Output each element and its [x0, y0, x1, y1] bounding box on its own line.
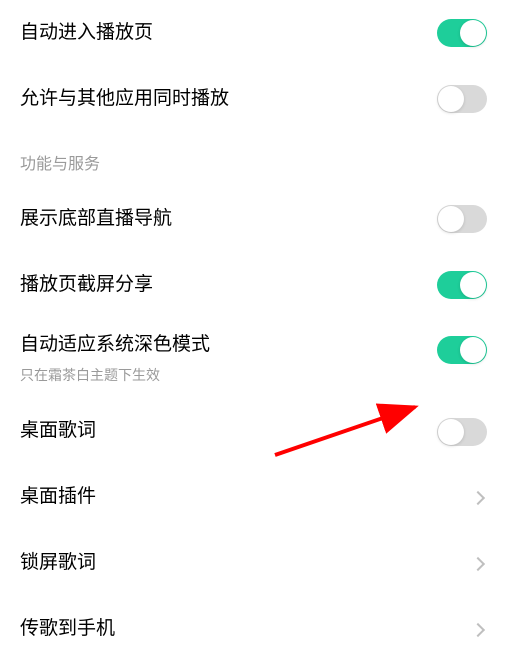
toggle-auto-enter-playpage[interactable]: [437, 19, 487, 47]
setting-label: 传歌到手机: [20, 616, 115, 643]
setting-transfer-songs[interactable]: 传歌到手机: [0, 597, 507, 663]
setting-label: 展示底部直播导航: [20, 206, 172, 233]
label-wrap: 自动适应系统深色模式 只在霜茶白主题下生效: [20, 332, 210, 385]
toggle-knob: [438, 206, 464, 232]
setting-label: 自动适应系统深色模式: [20, 332, 210, 359]
chevron-right-icon: [471, 557, 485, 571]
setting-allow-other-app-playback[interactable]: 允许与其他应用同时播放: [0, 66, 507, 132]
toggle-show-bottom-live-nav[interactable]: [437, 205, 487, 233]
toggle-knob: [438, 86, 464, 112]
setting-label: 允许与其他应用同时播放: [20, 86, 229, 113]
setting-show-bottom-live-nav[interactable]: 展示底部直播导航: [0, 186, 507, 252]
chevron-right-icon: [471, 491, 485, 505]
setting-label: 自动进入播放页: [20, 20, 153, 47]
section-header-functions: 功能与服务: [0, 132, 507, 186]
label-wrap: 展示底部直播导航: [20, 206, 172, 233]
toggle-knob: [460, 20, 486, 46]
label-wrap: 锁屏歌词: [20, 550, 96, 577]
setting-auto-enter-playpage[interactable]: 自动进入播放页: [0, 0, 507, 66]
label-wrap: 桌面歌词: [20, 418, 96, 445]
setting-auto-dark-mode[interactable]: 自动适应系统深色模式 只在霜茶白主题下生效: [0, 318, 507, 399]
toggle-desktop-lyrics[interactable]: [437, 418, 487, 446]
settings-list: 自动进入播放页 允许与其他应用同时播放 功能与服务 展示底部直播导航 播放页截屏…: [0, 0, 507, 663]
label-wrap: 传歌到手机: [20, 616, 115, 643]
setting-label: 桌面歌词: [20, 418, 96, 445]
toggle-screenshot-share[interactable]: [437, 271, 487, 299]
setting-label: 桌面插件: [20, 484, 96, 511]
setting-lockscreen-lyrics[interactable]: 锁屏歌词: [0, 531, 507, 597]
setting-label: 播放页截屏分享: [20, 272, 153, 299]
setting-label: 锁屏歌词: [20, 550, 96, 577]
label-wrap: 播放页截屏分享: [20, 272, 153, 299]
label-wrap: 自动进入播放页: [20, 20, 153, 47]
label-wrap: 桌面插件: [20, 484, 96, 511]
toggle-knob: [438, 419, 464, 445]
toggle-knob: [460, 337, 486, 363]
chevron-right-icon: [471, 623, 485, 637]
toggle-knob: [460, 272, 486, 298]
setting-sublabel: 只在霜茶白主题下生效: [20, 365, 210, 385]
toggle-allow-other-app-playback[interactable]: [437, 85, 487, 113]
setting-desktop-widget[interactable]: 桌面插件: [0, 465, 507, 531]
toggle-auto-dark-mode[interactable]: [437, 336, 487, 364]
label-wrap: 允许与其他应用同时播放: [20, 86, 229, 113]
setting-screenshot-share[interactable]: 播放页截屏分享: [0, 252, 507, 318]
setting-desktop-lyrics[interactable]: 桌面歌词: [0, 399, 507, 465]
